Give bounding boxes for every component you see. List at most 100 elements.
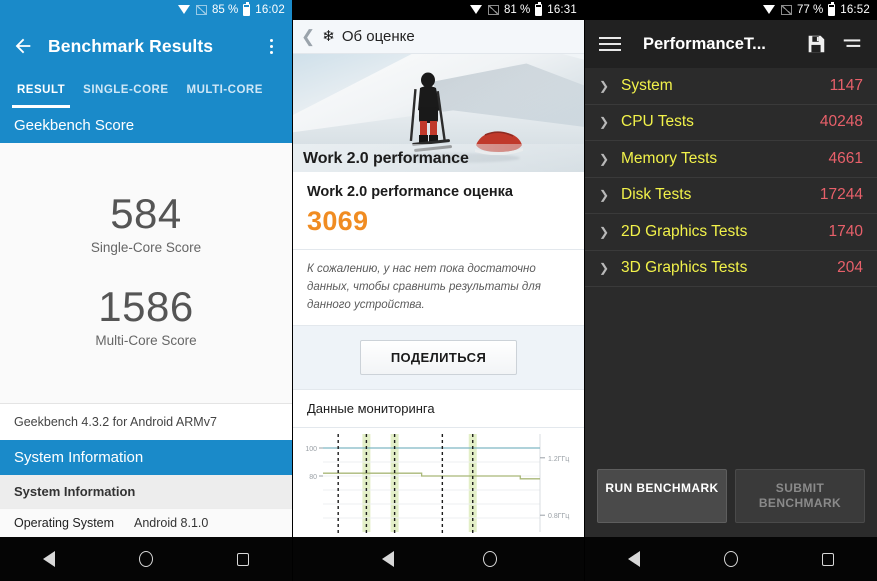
score-card: Work 2.0 performance оценка 3069 [293, 172, 584, 250]
svg-text:100: 100 [305, 446, 317, 453]
panel-geekbench: 85 % 16:02 Benchmark Results RESULT SING… [0, 0, 292, 581]
chevron-down-icon[interactable]: ❯ [593, 225, 615, 239]
nav-home-icon[interactable] [470, 537, 510, 581]
wifi-icon [763, 5, 776, 15]
clock: 16:31 [547, 4, 577, 16]
panel-performancetest: 77 % 16:52 PerformanceT... ❯ System 1147… [585, 0, 877, 581]
battery-icon [243, 2, 251, 16]
nav-home-icon[interactable] [711, 537, 751, 581]
row-key: Operating System [14, 516, 115, 530]
nav-back-icon[interactable] [29, 537, 69, 581]
result-value: 204 [837, 259, 863, 277]
monitoring-chart-svg: 100 80 1.2ГГц 0.8ГГц [305, 434, 569, 537]
svg-text:1.2ГГц: 1.2ГГц [548, 456, 569, 463]
score-value: 3069 [307, 206, 369, 236]
page-title: PerformanceT... [643, 34, 766, 53]
battery-percent: 81 % [504, 4, 531, 16]
status-bar: 85 % 16:02 [0, 0, 292, 20]
chevron-down-icon[interactable]: ❯ [593, 79, 615, 93]
list-item[interactable]: ❯ CPU Tests 40248 [585, 105, 877, 141]
single-core-label: Single-Core Score [90, 240, 202, 255]
clock: 16:52 [840, 4, 870, 16]
result-name: CPU Tests [621, 113, 694, 131]
list-item[interactable]: ❯ 2D Graphics Tests 1740 [585, 214, 877, 251]
score-list: 584 Single-Core Score 1586 Multi-Core Sc… [0, 143, 292, 403]
signal-icon [781, 5, 792, 15]
result-value: 4661 [828, 149, 863, 167]
android-nav-bar [0, 537, 292, 581]
nav-back-icon[interactable] [368, 537, 408, 581]
system-information-subheader: System Information [0, 475, 292, 508]
action-buttons: RUN BENCHMARK SUBMIT BENCHMARK [585, 459, 877, 537]
app-bar: Benchmark Results [0, 20, 292, 72]
tab-single-core[interactable]: SINGLE-CORE [74, 72, 177, 108]
panel-pcmark: 81 % 16:31 ❮ ❄ Об оценке Work 2.0 perfor… [292, 0, 585, 581]
save-disk-icon[interactable] [805, 33, 827, 55]
result-name: 2D Graphics Tests [621, 222, 748, 240]
nav-back-icon[interactable] [614, 537, 654, 581]
monitoring-header: Данные мониторинга [293, 389, 584, 429]
multi-core-score-block: 1586 Multi-Core Score [0, 283, 292, 349]
row-value: Android 8.1.0 [134, 516, 209, 530]
result-value: 17244 [819, 186, 863, 204]
page-title: Об оценке [341, 28, 415, 45]
result-name: System [621, 76, 673, 94]
tab-multi-core[interactable]: MULTI-CORE [178, 72, 272, 108]
skier-pulling-sled-photo: Work 2.0 performance [293, 54, 584, 172]
list-item[interactable]: ❯ Disk Tests 17244 [585, 178, 877, 214]
single-core-value: 584 [110, 189, 182, 237]
kebab-menu-icon[interactable] [262, 38, 280, 54]
svg-text:80: 80 [309, 474, 317, 481]
geekbench-version: Geekbench 4.3.2 for Android ARMv7 [0, 403, 292, 440]
multi-core-label: Multi-Core Score [95, 333, 197, 349]
list-item[interactable]: ❯ Memory Tests 4661 [585, 141, 877, 178]
nav-home-icon[interactable] [126, 537, 166, 581]
signal-icon [196, 5, 207, 15]
wifi-icon [470, 5, 483, 15]
back-arrow-icon[interactable] [12, 35, 34, 57]
geekbench-score-header: Geekbench Score [0, 108, 292, 143]
share-button[interactable]: ПОДЕЛИТЬСЯ [359, 340, 518, 376]
chevron-down-icon[interactable]: ❯ [593, 115, 615, 129]
app-bar: PerformanceT... [585, 20, 877, 68]
chevron-down-icon[interactable]: ❯ [593, 261, 615, 275]
single-core-score-block: 584 Single-Core Score [0, 189, 292, 255]
nav-recents-icon[interactable] [223, 537, 263, 581]
battery-icon [535, 2, 543, 16]
chevron-down-icon[interactable]: ❯ [593, 152, 615, 166]
result-value: 40248 [819, 113, 863, 131]
clock: 16:02 [255, 4, 285, 16]
page-title: Benchmark Results [48, 35, 214, 56]
benchmark-results-list: ❯ System 1147 ❯ CPU Tests 40248 ❯ Memory… [585, 68, 877, 459]
share-row: ПОДЕЛИТЬСЯ [293, 326, 584, 390]
comparison-note: К сожалению, у нас нет пока достаточно д… [293, 250, 584, 327]
battery-percent: 77 % [797, 4, 824, 16]
android-nav-bar [293, 537, 584, 581]
android-nav-bar [585, 537, 877, 581]
hero-caption: Work 2.0 performance [303, 150, 469, 167]
chevron-left-icon[interactable]: ❮ [301, 28, 315, 45]
system-information-header[interactable]: System Information [0, 440, 292, 475]
hamburger-menu-icon[interactable] [599, 37, 621, 51]
snowflake-icon: ❄ [322, 28, 335, 45]
nav-recents-icon[interactable] [808, 537, 848, 581]
list-item[interactable]: ❯ System 1147 [585, 68, 877, 105]
result-value: 1147 [829, 76, 863, 94]
hero-skier-figure [409, 72, 452, 152]
tab-result[interactable]: RESULT [8, 72, 74, 108]
table-row: Operating System Android 8.1.0 [0, 508, 292, 537]
multi-core-value: 1586 [98, 283, 194, 330]
result-name: Disk Tests [621, 186, 692, 204]
battery-percent: 85 % [212, 4, 239, 16]
run-benchmark-button[interactable]: RUN BENCHMARK [597, 469, 727, 523]
result-name: 3D Graphics Tests [621, 259, 748, 277]
list-item[interactable]: ❯ 3D Graphics Tests 204 [585, 251, 877, 287]
battery-icon [828, 2, 836, 16]
sort-lines-icon[interactable] [841, 33, 863, 55]
chevron-down-icon[interactable]: ❯ [593, 188, 615, 202]
three-phone-screenshots: 85 % 16:02 Benchmark Results RESULT SING… [0, 0, 877, 581]
result-body: 584 Single-Core Score 1586 Multi-Core Sc… [0, 143, 292, 403]
wifi-icon [178, 5, 191, 15]
submit-benchmark-button[interactable]: SUBMIT BENCHMARK [735, 469, 865, 523]
monitoring-chart: 100 80 1.2ГГц 0.8ГГц [293, 428, 584, 537]
